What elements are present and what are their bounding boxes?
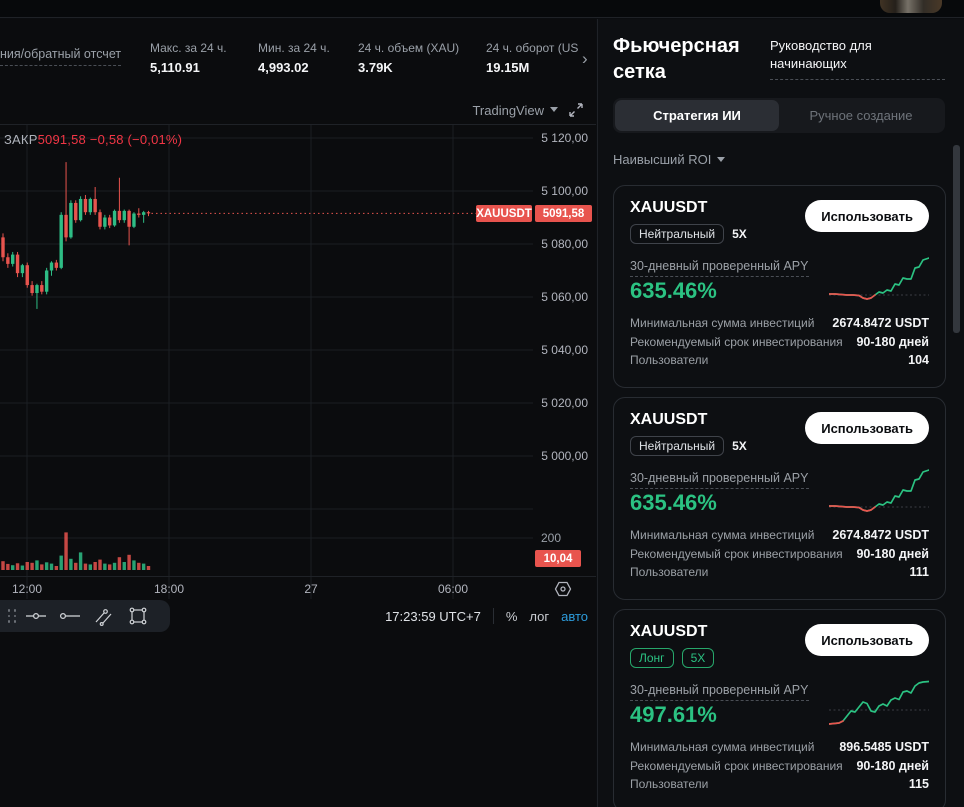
card-badges: Нейтральный 5X [630, 436, 747, 456]
toolbar-drag-handle-icon[interactable] [5, 608, 19, 624]
chevron-down-icon [717, 157, 726, 162]
strategy-card[interactable]: XAUUSDT Лонг 5X Использовать 30-дневный … [613, 609, 946, 807]
stat-volume-24h: 24 ч. объем (XAU) 3.79K [358, 41, 460, 75]
card-badges: Нейтральный 5X [630, 224, 747, 244]
divider [492, 608, 494, 624]
time-tick: 12:00 [11, 582, 43, 596]
direction-badge: Нейтральный [630, 224, 725, 244]
price-axis[interactable]: 5 120,00 5 100,00 5 080,00 5 060,00 5 040,00… [534, 125, 596, 599]
last-price-symbol-tag: XAUUSDT [476, 205, 532, 222]
axis-settings-icon[interactable] [553, 579, 573, 599]
apy-value: 635.46% [630, 490, 717, 515]
last-price-tag: 5091,58 [535, 205, 592, 222]
strategy-card[interactable]: XAUUSDT Нейтральный 5X Использовать 30-д… [613, 185, 946, 388]
strategy-card-list: XAUUSDT Нейтральный 5X Использовать 30-д… [613, 185, 946, 807]
futures-grid-panel: Фьючерсная сетка Руководство для начинаю… [598, 19, 964, 807]
card-badges: Лонг 5X [630, 648, 715, 668]
apy-label[interactable]: 30-дневный проверенный APY [630, 471, 809, 489]
card-symbol: XAUUSDT [630, 199, 708, 216]
beginners-guide-link[interactable]: Руководство для начинающих [770, 37, 945, 80]
trading-app: ния/обратный отсчет Макс. за 24 ч. 5,110… [0, 0, 964, 807]
candlestick-chart[interactable] [0, 125, 533, 599]
stat-low-24h: Мин. за 24 ч. 4,993.02 [258, 41, 330, 75]
tab-manual-create[interactable]: Ручное создание [779, 100, 943, 131]
use-strategy-button[interactable]: Использовать [805, 412, 929, 444]
users-value: 111 [909, 565, 929, 579]
duration-value: 90-180 дней [856, 546, 929, 561]
chart-source-row: TradingView [0, 99, 596, 124]
users-value: 115 [908, 777, 929, 791]
apy-sparkline [829, 469, 929, 512]
price-tick: 5 120,00 [541, 131, 588, 145]
min-investment-value: 2674.8472 USDT [832, 316, 929, 330]
price-tick: 5 020,00 [541, 396, 588, 410]
leverage-badge: 5X [681, 648, 715, 668]
apy-label[interactable]: 30-дневный проверенный APY [630, 259, 809, 277]
funding-countdown-label[interactable]: ния/обратный отсчет [0, 47, 122, 66]
card-details: Минимальная сумма инвестиций 2674.8472 US… [630, 314, 929, 370]
apy-value: 497.61% [630, 702, 717, 727]
price-tick: 5 000,00 [541, 449, 588, 463]
card-details: Минимальная сумма инвестиций 896.5485 USD… [630, 738, 929, 794]
direction-badge: Лонг [630, 648, 674, 668]
tradingview-selector[interactable]: TradingView [472, 103, 544, 118]
chart-legend: ЗАКР5091,58 −0,58 (−0,01%) [4, 132, 183, 147]
price-tick: 5 040,00 [541, 343, 588, 357]
page-title: Фьючерсная сетка [613, 35, 740, 83]
clock[interactable]: 17:23:59 UTC+7 [385, 609, 481, 624]
horizontal-ray-tool-icon[interactable] [53, 602, 87, 630]
duration-value: 90-180 дней [856, 334, 929, 349]
price-tick: 5 060,00 [541, 290, 588, 304]
apy-sparkline [829, 680, 929, 725]
strategy-tabs: Стратегия ИИ Ручное создание [613, 98, 945, 133]
min-investment-value: 896.5485 USDT [839, 740, 929, 754]
volume-axis-label: 200 [541, 531, 562, 545]
card-symbol: XAUUSDT [630, 623, 708, 640]
rectangle-tool-icon[interactable] [121, 602, 155, 630]
last-volume-tag: 10,04 [535, 550, 581, 567]
card-details: Минимальная сумма инвестиций 2674.8472 US… [630, 526, 929, 582]
trend-line-tool-icon[interactable] [87, 602, 121, 630]
price-tick: 5 080,00 [541, 237, 588, 251]
strategy-card[interactable]: XAUUSDT Нейтральный 5X Использовать 30-д… [613, 397, 946, 600]
stat-turnover-24h: 24 ч. оборот (US 19.15M [486, 41, 579, 75]
leverage-badge: 5X [732, 227, 747, 241]
stat-high-24h: Макс. за 24 ч. 5,110.91 [150, 41, 227, 75]
users-value: 104 [908, 353, 929, 367]
leverage-badge: 5X [732, 439, 747, 453]
direction-badge: Нейтральный [630, 436, 725, 456]
card-symbol: XAUUSDT [630, 411, 708, 428]
time-tick: 18:00 [153, 582, 185, 596]
stats-more-chevron-icon[interactable]: › [582, 49, 588, 69]
price-tick: 5 100,00 [541, 184, 588, 198]
market-info-bar: ния/обратный отсчет Макс. за 24 ч. 5,110… [0, 31, 596, 91]
promo-image [880, 0, 942, 13]
time-tick: 27 [304, 582, 318, 596]
tab-ai-strategy[interactable]: Стратегия ИИ [615, 100, 779, 131]
duration-value: 90-180 дней [856, 758, 929, 773]
sort-dropdown[interactable]: Наивысший ROI [613, 152, 726, 167]
top-strip [0, 0, 964, 18]
chart-panel: ния/обратный отсчет Макс. за 24 ч. 5,110… [0, 19, 596, 807]
percent-scale-button[interactable]: % [506, 609, 518, 624]
horizontal-line-tool-icon[interactable] [19, 602, 53, 630]
use-strategy-button[interactable]: Использовать [805, 624, 929, 656]
sort-label: Наивысший ROI [613, 152, 712, 167]
log-scale-button[interactable]: лог [529, 609, 549, 624]
fullscreen-icon[interactable] [568, 102, 584, 118]
scrollbar[interactable] [953, 145, 960, 333]
auto-scale-button[interactable]: авто [561, 609, 588, 624]
time-tick: 06:00 [437, 582, 469, 596]
min-investment-value: 2674.8472 USDT [832, 528, 929, 542]
chevron-down-icon [550, 107, 558, 112]
chart-footer-controls: 17:23:59 UTC+7 % лог авто [385, 600, 588, 632]
apy-sparkline [829, 257, 929, 300]
chart-footer: 17:23:59 UTC+7 % лог авто [0, 600, 596, 632]
apy-value: 635.46% [630, 278, 717, 303]
drawing-toolbar [0, 600, 170, 632]
apy-label[interactable]: 30-дневный проверенный APY [630, 683, 809, 701]
use-strategy-button[interactable]: Использовать [805, 200, 929, 232]
time-axis[interactable]: 12:00 18:00 27 06:00 [0, 576, 596, 600]
